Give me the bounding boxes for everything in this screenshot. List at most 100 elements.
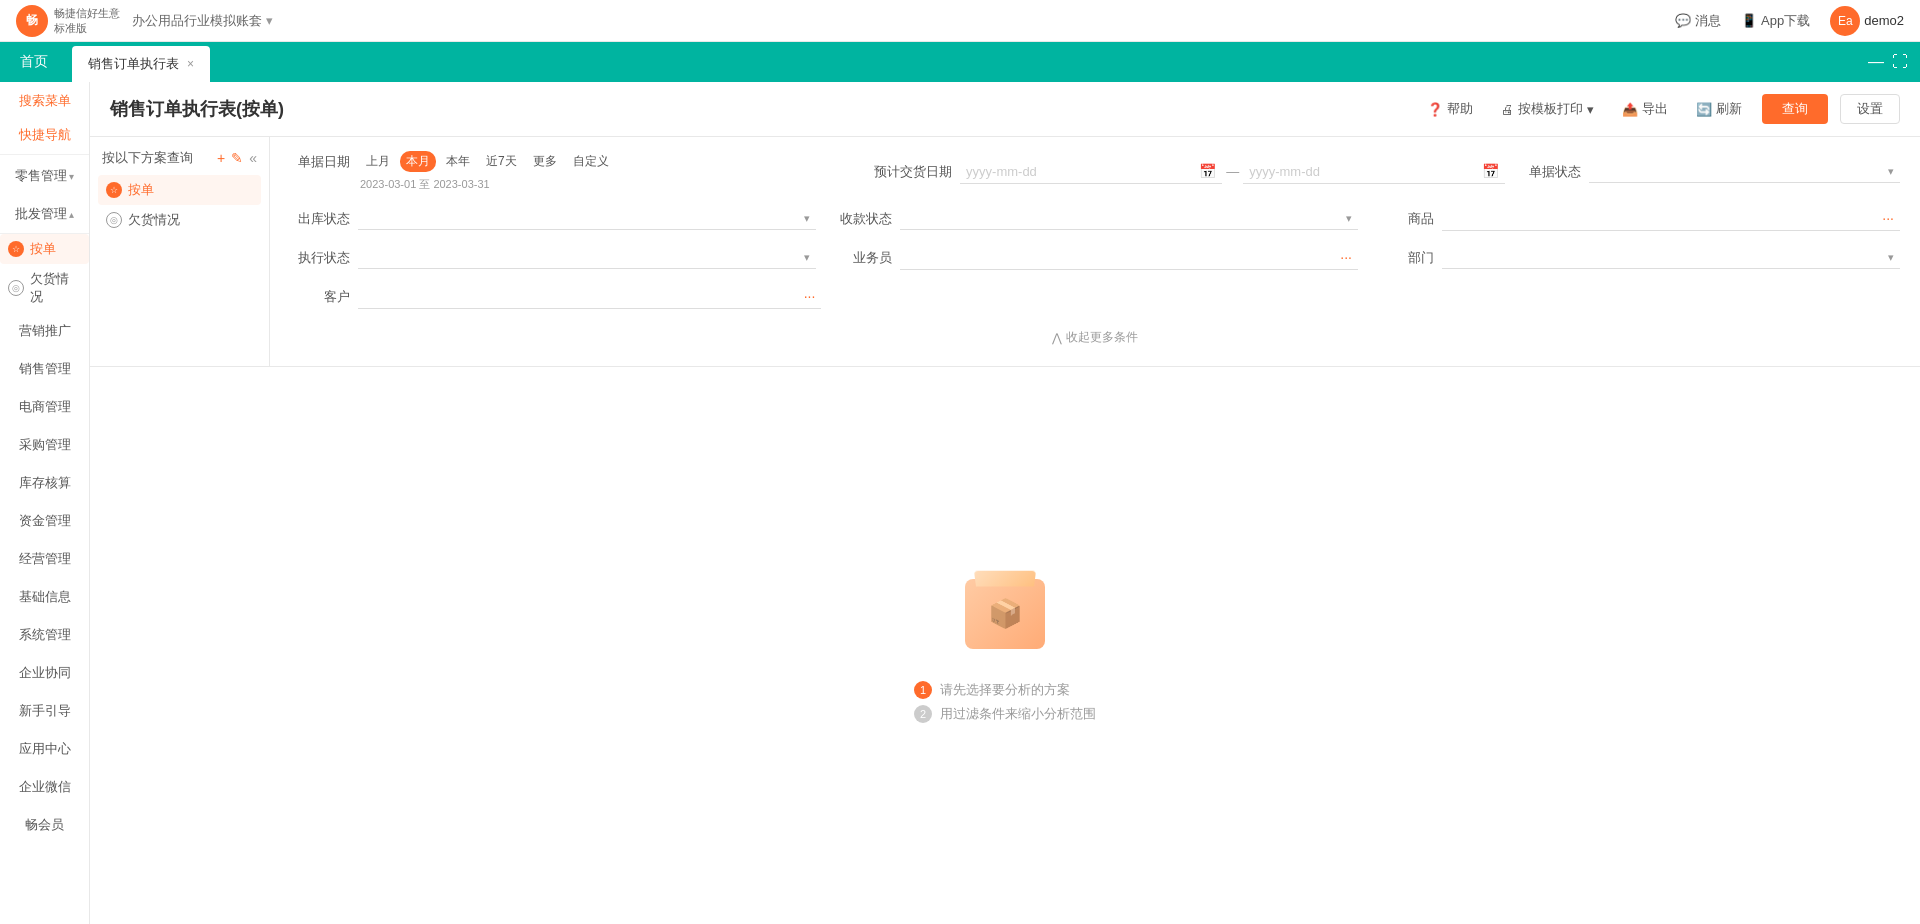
date-hint: 2023-03-01 至 2023-03-31: [360, 178, 490, 190]
filter-row-4: 客户 ···: [290, 284, 1900, 309]
content-table-area: 📦 1 请先选择要分析的方案 2 用过滤条件来缩小分析范围: [90, 367, 1920, 924]
sidebar-item-wechat[interactable]: 企业微信: [0, 768, 89, 806]
export-button[interactable]: 📤 导出: [1614, 96, 1676, 122]
filter-customer-field: 客户 ···: [290, 284, 821, 309]
sidebar-item-ops[interactable]: 经营管理: [0, 540, 89, 578]
date-end-input[interactable]: [1249, 164, 1478, 179]
logo-icon: 畅: [16, 5, 48, 37]
filter-sidebar-actions: + ✎ «: [217, 150, 257, 166]
help-button[interactable]: ❓ 帮助: [1419, 96, 1481, 122]
filter-date-field: 单据日期 上月 本月 本年 近7天 更多 自定义 2023-03-0: [290, 151, 858, 192]
sidebar-item-finance[interactable]: 资金管理: [0, 502, 89, 540]
sidebar-item-member[interactable]: 畅会员: [0, 806, 89, 844]
filter-exec-status-field: 执行状态 ▾: [290, 247, 816, 269]
sidebar-search[interactable]: 搜索菜单: [0, 82, 89, 118]
scheme-outline-icon: ◎: [106, 212, 122, 228]
breadcrumb-dropdown-icon[interactable]: ▾: [266, 13, 273, 28]
empty-tip-1: 1 请先选择要分析的方案: [914, 681, 1096, 699]
sidebar-item-corp[interactable]: 企业协同: [0, 654, 89, 692]
sidebar-item-apps[interactable]: 应用中心: [0, 730, 89, 768]
empty-state: 📦 1 请先选择要分析的方案 2 用过滤条件来缩小分析范围: [914, 569, 1096, 723]
filter-salesman-field: 业务员 ···: [832, 245, 1358, 270]
dept-select-arrow-icon: ▾: [1888, 251, 1894, 264]
refresh-button[interactable]: 🔄 刷新: [1688, 96, 1750, 122]
filter-dept-field: 部门 ▾: [1374, 247, 1900, 269]
sidebar-item-stock[interactable]: 库存核算: [0, 464, 89, 502]
sidebar-item-guide[interactable]: 新手引导: [0, 692, 89, 730]
status-select-arrow-icon: ▾: [1888, 165, 1894, 178]
exec-status-label: 执行状态: [290, 249, 350, 267]
sidebar-item-sys[interactable]: 系统管理: [0, 616, 89, 654]
sidebar-item-purchase[interactable]: 采购管理: [0, 426, 89, 464]
settings-button[interactable]: 设置: [1840, 94, 1900, 124]
status-select[interactable]: ▾: [1589, 161, 1900, 183]
expected-date-label: 预计交货日期: [874, 163, 952, 181]
filter-add-button[interactable]: +: [217, 150, 225, 166]
date-start-wrap: 📅: [960, 159, 1222, 184]
filter-scheme-debt[interactable]: ◎ 欠货情况: [98, 205, 261, 235]
tab-home[interactable]: 首页: [0, 42, 68, 82]
filter-collapse-button[interactable]: «: [249, 150, 257, 166]
breadcrumb: 办公用品行业模拟账套 ▾: [132, 12, 273, 30]
date-label: 单据日期: [290, 153, 350, 171]
app-download-button[interactable]: 📱 App下载: [1741, 12, 1810, 30]
empty-tips: 1 请先选择要分析的方案 2 用过滤条件来缩小分析范围: [914, 681, 1096, 723]
sidebar-item-retail[interactable]: 零售管理 ▾: [0, 157, 89, 195]
sidebar-item-base[interactable]: 基础信息: [0, 578, 89, 616]
goods-ellipsis-icon[interactable]: ···: [1882, 210, 1894, 226]
dept-label: 部门: [1374, 249, 1434, 267]
tab-maximize-button[interactable]: ⛶: [1892, 53, 1908, 71]
query-button[interactable]: 查询: [1762, 94, 1828, 124]
sidebar-item-sales[interactable]: 销售管理: [0, 350, 89, 388]
salesman-select[interactable]: ···: [900, 245, 1358, 270]
goods-select[interactable]: ···: [1442, 206, 1900, 231]
message-button[interactable]: 💬 消息: [1675, 12, 1721, 30]
out-status-select[interactable]: ▾: [358, 208, 816, 230]
date-start-input[interactable]: [966, 164, 1195, 179]
sidebar-item-ecom[interactable]: 电商管理: [0, 388, 89, 426]
avatar: Ea: [1830, 6, 1860, 36]
sidebar-item-wholesale[interactable]: 批发管理 ▴: [0, 195, 89, 233]
calendar-end-icon[interactable]: 📅: [1482, 163, 1499, 179]
date-tab-more[interactable]: 更多: [527, 151, 563, 172]
chevron-up-icon: ▴: [69, 209, 74, 220]
customer-select[interactable]: ···: [358, 284, 821, 309]
page-actions: ❓ 帮助 🖨 按模板打印 ▾ 📤 导出 🔄 刷新 查询 设置: [1419, 94, 1900, 124]
sidebar-item-marketing[interactable]: 营销推广: [0, 312, 89, 350]
sidebar-sub-item-press[interactable]: ☆ 按单: [0, 234, 89, 264]
date-tab-custom[interactable]: 自定义: [567, 151, 615, 172]
collapse-button[interactable]: ⋀ 收起更多条件: [1052, 329, 1138, 346]
dept-select[interactable]: ▾: [1442, 247, 1900, 269]
date-tab-7days[interactable]: 近7天: [480, 151, 523, 172]
tab-minimize-button[interactable]: —: [1868, 53, 1884, 71]
scheme-active-icon: ☆: [106, 182, 122, 198]
date-tab-thisyear[interactable]: 本年: [440, 151, 476, 172]
status-label: 单据状态: [1521, 163, 1581, 181]
date-tab-thismonth[interactable]: 本月: [400, 151, 436, 172]
salesman-ellipsis-icon[interactable]: ···: [1340, 249, 1352, 265]
calendar-start-icon[interactable]: 📅: [1199, 163, 1216, 179]
date-tab-lastmonth[interactable]: 上月: [360, 151, 396, 172]
top-bar-left: 畅 畅捷信好生意 标准版 办公用品行业模拟账套 ▾: [16, 5, 273, 37]
sidebar-quick-nav[interactable]: 快捷导航: [0, 118, 89, 152]
sidebar-sub-item-debt[interactable]: ◎ 欠货情况: [0, 264, 89, 312]
exec-status-select[interactable]: ▾: [358, 247, 816, 269]
tab-close-icon[interactable]: ×: [187, 57, 194, 71]
receipt-status-select[interactable]: ▾: [900, 208, 1358, 230]
filter-scheme-press[interactable]: ☆ 按单: [98, 175, 261, 205]
customer-ellipsis-icon[interactable]: ···: [804, 288, 816, 304]
tab-sales-order[interactable]: 销售订单执行表 ×: [72, 46, 210, 82]
circle-outline-icon: ◎: [8, 280, 24, 296]
sidebar-sub-wholesale: ☆ 按单 ◎ 欠货情况: [0, 233, 89, 312]
logo-text: 畅捷信好生意 标准版: [54, 6, 120, 35]
empty-image: 📦: [955, 569, 1055, 669]
date-range: 📅 — 📅: [960, 159, 1505, 184]
tip-num-2: 2: [914, 705, 932, 723]
main-layout: 搜索菜单 快捷导航 零售管理 ▾ 批发管理 ▴ ☆ 按单 ◎ 欠货情况 营销推广: [0, 82, 1920, 924]
empty-box-graphic: 📦: [965, 579, 1045, 649]
filter-edit-button[interactable]: ✎: [231, 150, 243, 166]
print-button[interactable]: 🖨 按模板打印 ▾: [1493, 96, 1602, 122]
message-icon: 💬: [1675, 13, 1691, 28]
user-profile[interactable]: Ea demo2: [1830, 6, 1904, 36]
filter-receipt-status-field: 收款状态 ▾: [832, 208, 1358, 230]
